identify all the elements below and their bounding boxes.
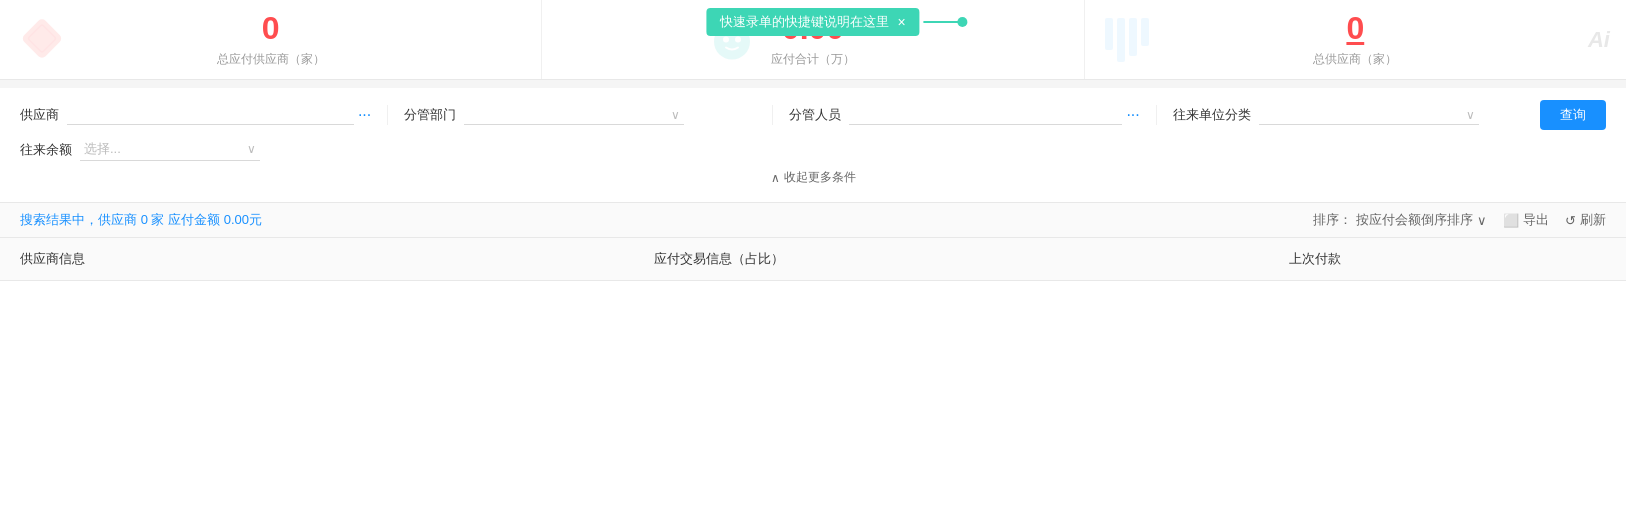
- shortcut-tooltip: 快速录单的快捷键说明在这里 ×: [706, 8, 919, 36]
- bar3: [1129, 18, 1137, 56]
- balance-label: 往来余额: [20, 141, 72, 159]
- department-chevron-down-icon: ∨: [671, 108, 680, 122]
- balance-select-placeholder: 选择...: [84, 140, 247, 158]
- refresh-icon: ↺: [1565, 213, 1576, 228]
- person-dots-btn[interactable]: ···: [1126, 106, 1139, 124]
- tooltip-text: 快速录单的快捷键说明在这里: [720, 13, 889, 31]
- result-bar: 搜索结果中，供应商 0 家 应付金额 0.00元 排序： 按应付会额倒序排序 ∨…: [0, 203, 1626, 238]
- collapse-btn[interactable]: ∧ 收起更多条件: [20, 169, 1606, 186]
- payable-suppliers-number: 0: [262, 11, 280, 46]
- stat-total-suppliers: 0 总供应商（家） Ai: [1085, 0, 1626, 79]
- filter-row-1: 供应商 ··· 分管部门 ∨ 分管人员 ··· 往来单位分类 ∨: [20, 100, 1606, 130]
- refresh-button[interactable]: ↺ 刷新: [1565, 211, 1606, 229]
- table-body: [0, 281, 1626, 515]
- result-supplier-suffix: 家: [151, 212, 164, 227]
- tooltip-close-button[interactable]: ×: [897, 15, 905, 29]
- export-icon: ⬜: [1503, 213, 1519, 228]
- stat-payable-total: 0.00 应付合计（万） 快速录单的快捷键说明在这里 ×: [542, 0, 1084, 79]
- total-suppliers-number: 0: [1346, 11, 1364, 46]
- supplier-input[interactable]: [67, 105, 354, 125]
- department-filter: 分管部门 ∨: [404, 106, 755, 125]
- supplier-filter: 供应商 ···: [20, 105, 371, 125]
- chevron-up-icon: ∧: [771, 171, 780, 185]
- diamond-watermark: [20, 16, 64, 63]
- result-amount-value: 0.00元: [224, 212, 262, 227]
- unit-category-chevron-down-icon: ∨: [1466, 108, 1475, 122]
- result-supplier-count: 0: [141, 212, 148, 227]
- query-button[interactable]: 查询: [1540, 100, 1606, 130]
- bar4: [1141, 18, 1149, 46]
- sort-label: 排序：: [1313, 211, 1352, 229]
- bar-chart-watermark: [1105, 18, 1149, 62]
- sort-control[interactable]: 排序： 按应付会额倒序排序 ∨: [1313, 211, 1487, 229]
- divider3: [1156, 105, 1157, 125]
- svg-point-6: [735, 36, 741, 42]
- divider2: [772, 105, 773, 125]
- divider1: [387, 105, 388, 125]
- table-container: 供应商信息 应付交易信息（占比） 上次付款: [0, 238, 1626, 515]
- department-select[interactable]: ∨: [464, 106, 684, 125]
- filter-bar: 供应商 ··· 分管部门 ∨ 分管人员 ··· 往来单位分类 ∨: [0, 88, 1626, 203]
- supplier-dots-btn[interactable]: ···: [358, 106, 371, 124]
- payable-suppliers-label: 总应付供应商（家）: [217, 51, 325, 68]
- refresh-label: 刷新: [1580, 211, 1606, 229]
- table-header: 供应商信息 应付交易信息（占比） 上次付款: [0, 238, 1626, 281]
- tooltip-dot: [958, 17, 968, 27]
- table-col-supplier-info: 供应商信息: [20, 250, 654, 268]
- department-label: 分管部门: [404, 106, 456, 124]
- ai-badge: Ai: [1588, 27, 1610, 53]
- sort-value: 按应付会额倒序排序: [1356, 211, 1473, 229]
- query-btn-wrapper: 查询: [1540, 100, 1606, 130]
- result-actions: 排序： 按应付会额倒序排序 ∨ ⬜ 导出 ↺ 刷新: [1313, 211, 1606, 229]
- person-label: 分管人员: [789, 106, 841, 124]
- export-button[interactable]: ⬜ 导出: [1503, 211, 1549, 229]
- unit-category-filter: 往来单位分类 ∨: [1173, 106, 1524, 125]
- unit-category-select[interactable]: ∨: [1259, 106, 1479, 125]
- table-col-transaction-info: 应付交易信息（占比）: [654, 250, 1288, 268]
- bar1: [1105, 18, 1113, 50]
- svg-point-5: [723, 36, 729, 42]
- collapse-btn-label: 收起更多条件: [784, 169, 856, 186]
- filter-row-2: 往来余额 选择... ∨: [20, 138, 1606, 161]
- sort-chevron-down-icon: ∨: [1477, 213, 1487, 228]
- bar2: [1117, 18, 1125, 62]
- balance-select[interactable]: 选择... ∨: [80, 138, 260, 161]
- balance-filter: 往来余额 选择... ∨: [20, 138, 1606, 161]
- supplier-label: 供应商: [20, 106, 59, 124]
- payable-total-label: 应付合计（万）: [771, 51, 855, 68]
- result-text-prefix: 搜索结果中，供应商: [20, 212, 137, 227]
- balance-chevron-down-icon: ∨: [247, 142, 256, 156]
- person-input[interactable]: [849, 105, 1123, 125]
- person-filter: 分管人员 ···: [789, 105, 1140, 125]
- stat-total-payable-suppliers: 0 总应付供应商（家）: [0, 0, 542, 79]
- table-col-last-payment: 上次付款: [1289, 250, 1606, 268]
- result-amount-prefix: 应付金额: [168, 212, 220, 227]
- export-label: 导出: [1523, 211, 1549, 229]
- total-suppliers-label: 总供应商（家）: [1313, 51, 1397, 68]
- unit-category-label: 往来单位分类: [1173, 106, 1251, 124]
- result-info: 搜索结果中，供应商 0 家 应付金额 0.00元: [20, 211, 262, 229]
